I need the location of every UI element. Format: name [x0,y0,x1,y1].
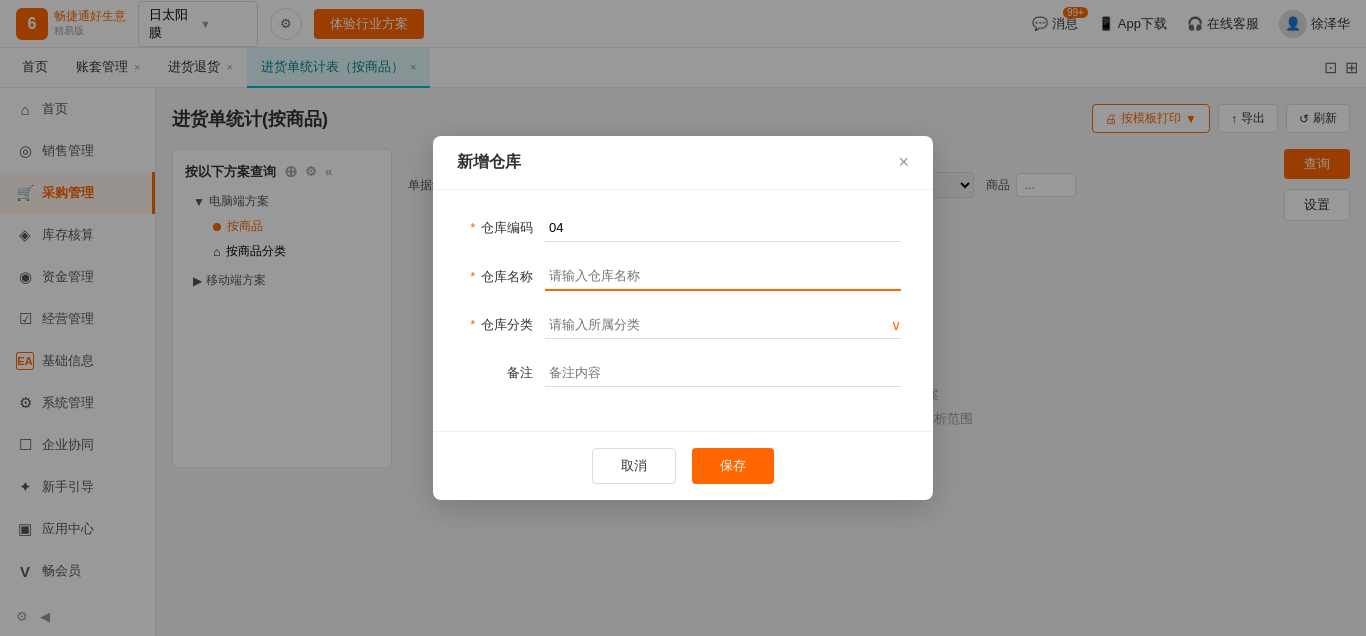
form-row-category: * 仓库分类 ∨ [465,311,901,339]
code-input[interactable] [545,214,901,242]
category-label: * 仓库分类 [465,316,545,334]
save-button[interactable]: 保存 [692,448,774,484]
form-row-name: * 仓库名称 [465,262,901,291]
modal-overlay: 新增仓库 × * 仓库编码 * 仓库名称 [0,0,1366,636]
name-input[interactable] [545,262,901,291]
cancel-button[interactable]: 取消 [592,448,676,484]
add-warehouse-modal: 新增仓库 × * 仓库编码 * 仓库名称 [433,136,933,500]
modal-header: 新增仓库 × [433,136,933,190]
modal-title: 新增仓库 [457,152,521,173]
category-input[interactable] [545,311,891,338]
category-select-wrap: ∨ [545,311,901,339]
form-row-code: * 仓库编码 [465,214,901,242]
note-input[interactable] [545,359,901,387]
category-chevron-icon: ∨ [891,317,901,333]
code-label: * 仓库编码 [465,219,545,237]
form-row-note: 备注 [465,359,901,387]
modal-body: * 仓库编码 * 仓库名称 * 仓库分类 [433,190,933,431]
note-label: 备注 [465,364,545,382]
name-label: * 仓库名称 [465,268,545,286]
modal-footer: 取消 保存 [433,431,933,500]
modal-close-button[interactable]: × [898,152,909,173]
